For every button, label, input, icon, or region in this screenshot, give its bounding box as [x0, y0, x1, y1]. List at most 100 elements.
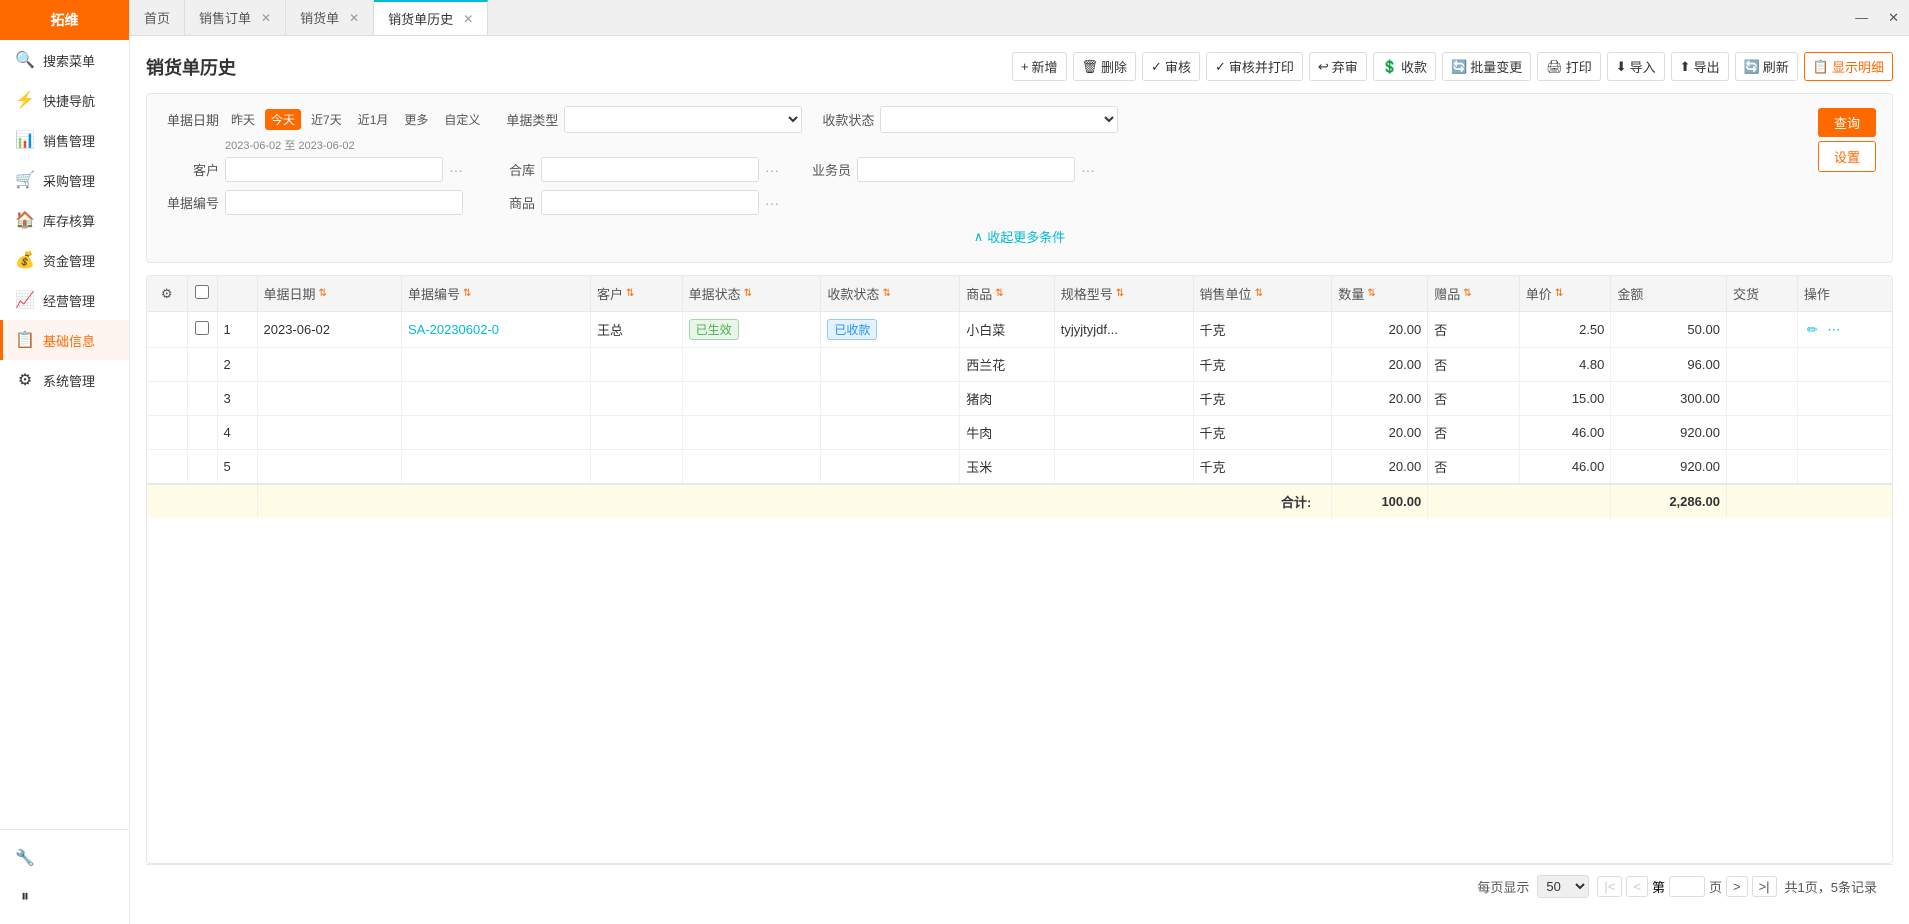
sidebar-item-purchase-mgmt[interactable]: 🛒 采购管理 — [0, 160, 129, 200]
toolbar-audit-btn[interactable]: ✓审核 — [1142, 52, 1200, 81]
row-transaction — [1726, 348, 1797, 382]
audit-icon: ✓ — [1151, 59, 1162, 75]
operations-icon: 📈 — [15, 290, 35, 310]
sidebar-item-finance[interactable]: 💰 资金管理 — [0, 240, 129, 280]
goods-input[interactable] — [541, 190, 759, 215]
row-unit-price: 46.00 — [1519, 416, 1611, 450]
sidebar-item-sales-mgmt[interactable]: 📊 销售管理 — [0, 120, 129, 160]
staff-input[interactable] — [857, 157, 1075, 182]
page-num-input[interactable]: 1 — [1669, 876, 1705, 897]
table-row: 1 2023-06-02 SA-20230602-0 王总 已生效 已收款 小白… — [147, 312, 1892, 348]
col-payment-status: 收款状态 ⇅ — [821, 276, 960, 312]
sort-goods-icon: ⇅ — [995, 288, 1003, 299]
tab-close-sales-order[interactable]: ✕ — [261, 11, 271, 25]
audit-label: 审核 — [1165, 57, 1191, 76]
first-page-btn[interactable]: |< — [1597, 876, 1622, 897]
warehouse-dots[interactable]: ··· — [765, 162, 779, 178]
sidebar-item-operations[interactable]: 📈 经营管理 — [0, 280, 129, 320]
customer-input[interactable] — [225, 157, 443, 182]
tab-sales-history[interactable]: 销货单历史✕ — [374, 0, 488, 35]
page-label-pre: 第 — [1652, 877, 1665, 896]
sort-docno-icon: ⇅ — [463, 288, 471, 299]
row-gift: 否 — [1428, 348, 1520, 382]
toolbar-add-btn[interactable]: +新增 — [1012, 52, 1067, 81]
row-payment-status — [821, 348, 960, 382]
sidebar-item-pause-bottom[interactable]: ⏸ — [0, 878, 129, 916]
page-header: 销货单历史 +新增🗑删除✓审核✓审核并打印↩弃审💲收款🔄批量变更🖨打印⬇导入⬆导… — [146, 52, 1893, 81]
toolbar-refresh-btn[interactable]: 🔄刷新 — [1735, 52, 1798, 81]
row-checkbox[interactable] — [195, 321, 209, 335]
sort-unit-icon: ⇅ — [1255, 288, 1263, 299]
more-op-btn[interactable]: ⋯ — [1827, 322, 1840, 337]
collapse-btn[interactable]: ∧ 收起更多条件 — [163, 223, 1876, 250]
tab-close-sales-goods[interactable]: ✕ — [349, 11, 359, 25]
col-doc-status: 单据状态 ⇅ — [682, 276, 821, 312]
row-num: 1 — [217, 312, 257, 348]
row-transaction — [1726, 416, 1797, 450]
col-checkbox — [187, 276, 217, 312]
collect-label: 收款 — [1401, 57, 1427, 76]
sidebar-logo: 拓维 — [0, 0, 129, 40]
row-payment-status — [821, 416, 960, 450]
staff-dots[interactable]: ··· — [1081, 162, 1095, 178]
warehouse-input[interactable] — [541, 157, 759, 182]
col-spec-label: 规格型号 — [1061, 284, 1113, 303]
row-spec — [1054, 450, 1193, 485]
col-transaction-label: 交货 — [1733, 287, 1759, 302]
edit-op-btn[interactable]: ✏ — [1807, 322, 1818, 337]
tab-home[interactable]: 首页 — [130, 0, 185, 35]
toolbar-export-btn[interactable]: ⬆导出 — [1671, 52, 1729, 81]
customer-dots[interactable]: ··· — [449, 162, 463, 178]
row-amount: 920.00 — [1611, 450, 1727, 485]
row-unit-price: 4.80 — [1519, 348, 1611, 382]
toolbar-print-btn[interactable]: 🖨打印 — [1537, 52, 1601, 81]
col-doc-date: 单据日期 ⇅ — [257, 276, 401, 312]
export-label: 导出 — [1694, 57, 1720, 76]
prev-page-btn[interactable]: < — [1626, 876, 1648, 897]
tab-close-sales-history[interactable]: ✕ — [463, 12, 473, 26]
select-all-checkbox[interactable] — [195, 285, 209, 299]
date-shortcut-1month[interactable]: 近1月 — [352, 109, 395, 130]
gear-icon[interactable]: ⚙ — [161, 286, 173, 301]
close-all-btn[interactable]: ✕ — [1878, 10, 1909, 26]
col-transaction: 交货 — [1726, 276, 1797, 312]
next-page-btn[interactable]: > — [1726, 876, 1748, 897]
sidebar-item-settings-bottom[interactable]: 🔧 — [0, 838, 129, 878]
date-shortcut-more[interactable]: 更多 — [398, 109, 434, 130]
row-checkbox-cell — [187, 450, 217, 485]
doc-type-select[interactable] — [564, 106, 802, 133]
date-shortcut-yesterday[interactable]: 昨天 — [225, 109, 261, 130]
per-page-select[interactable]: 50 100 200 — [1537, 875, 1589, 898]
top-tabs: 首页销售订单✕销货单✕销货单历史✕ — ✕ — [130, 0, 1909, 36]
toolbar-collect-btn[interactable]: 💲收款 — [1373, 52, 1436, 81]
date-shortcut-today[interactable]: 今天 — [265, 109, 301, 130]
table-container: ⚙ 单据日期 ⇅ — [146, 275, 1893, 864]
doc-no-input[interactable] — [225, 190, 463, 215]
sidebar-item-quick-nav[interactable]: ⚡ 快捷导航 — [0, 80, 129, 120]
col-settings[interactable]: ⚙ — [147, 276, 187, 312]
payment-status-select[interactable] — [880, 106, 1118, 133]
toolbar-audit-print-btn[interactable]: ✓审核并打印 — [1206, 52, 1303, 81]
toolbar-import-btn[interactable]: ⬇导入 — [1607, 52, 1665, 81]
sidebar-item-inventory[interactable]: 🏠 库存核算 — [0, 200, 129, 240]
toolbar-abandon-btn[interactable]: ↩弃审 — [1309, 52, 1367, 81]
tab-sales-order[interactable]: 销售订单✕ — [185, 0, 286, 35]
goods-dots[interactable]: ··· — [765, 195, 779, 211]
minimize-btn[interactable]: — — [1845, 10, 1878, 25]
set-button[interactable]: 设置 — [1818, 141, 1876, 172]
doc-no-label: 单据编号 — [163, 193, 219, 212]
toolbar-show-detail-btn[interactable]: 📋显示明细 — [1804, 52, 1893, 81]
row-doc-no[interactable]: SA-20230602-0 — [401, 312, 590, 348]
last-page-btn[interactable]: >| — [1752, 876, 1777, 897]
sidebar-item-basic-info[interactable]: 📋 基础信息 — [0, 320, 129, 360]
toolbar-batch-change-btn[interactable]: 🔄批量变更 — [1442, 52, 1531, 81]
date-shortcut-custom[interactable]: 自定义 — [438, 109, 486, 130]
tab-sales-goods[interactable]: 销货单✕ — [286, 0, 374, 35]
toolbar-delete-btn[interactable]: 🗑删除 — [1073, 52, 1137, 81]
print-icon: 🖨 — [1546, 59, 1563, 75]
sidebar-item-sys-mgmt[interactable]: ⚙ 系统管理 — [0, 360, 129, 400]
sidebar-item-search-menu[interactable]: 🔍 搜索菜单 — [0, 40, 129, 80]
query-button[interactable]: 查询 — [1818, 108, 1876, 137]
date-shortcut-7days[interactable]: 近7天 — [305, 109, 348, 130]
abandon-icon: ↩ — [1318, 59, 1329, 75]
